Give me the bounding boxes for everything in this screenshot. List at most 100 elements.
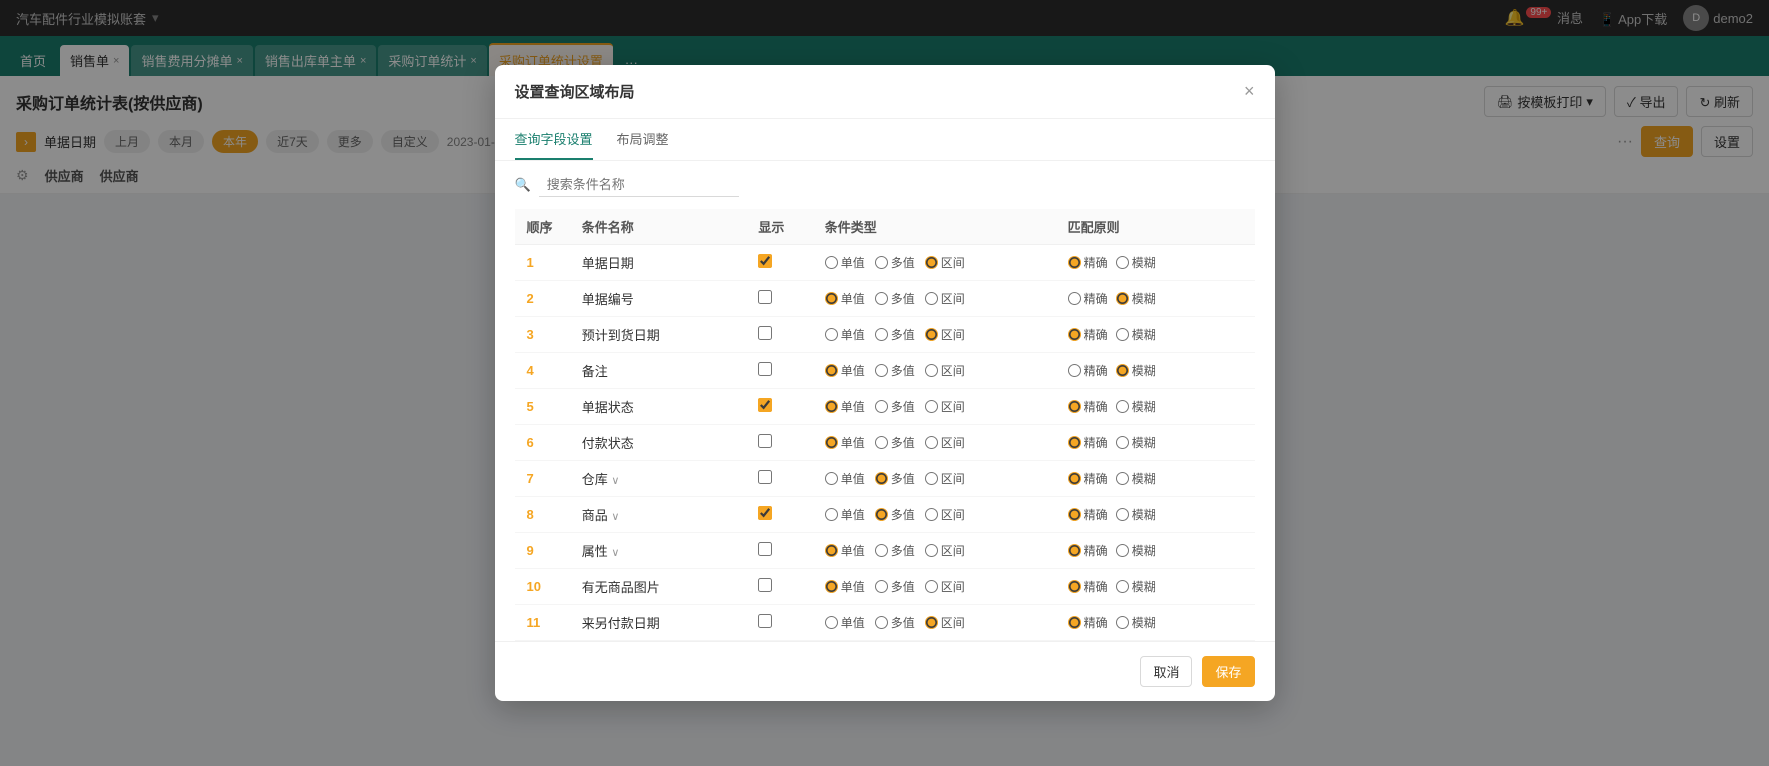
row-type[interactable]: 单值 多值 区间: [813, 605, 1056, 641]
radio-match-fuzzy[interactable]: 模糊: [1116, 398, 1156, 415]
radio-type-range[interactable]: 区间: [925, 470, 965, 487]
radio-type-range[interactable]: 区间: [925, 362, 965, 379]
row-order: 8: [515, 497, 570, 533]
radio-type-single[interactable]: 单值: [825, 434, 865, 451]
radio-match-exact[interactable]: 精确: [1068, 254, 1108, 271]
radio-type-multi[interactable]: 多值: [875, 506, 915, 523]
radio-match-exact[interactable]: 精确: [1068, 506, 1108, 523]
radio-type-single[interactable]: 单值: [825, 542, 865, 559]
row-match[interactable]: 精确 模糊: [1056, 497, 1255, 533]
radio-type-multi[interactable]: 多值: [875, 362, 915, 379]
row-type[interactable]: 单值 多值 区间: [813, 317, 1056, 353]
row-display-checkbox[interactable]: [746, 317, 812, 353]
radio-type-single[interactable]: 单值: [825, 578, 865, 595]
radio-type-single[interactable]: 单值: [825, 506, 865, 523]
radio-type-multi[interactable]: 多值: [875, 542, 915, 559]
row-type[interactable]: 单值 多值 区间: [813, 425, 1056, 461]
radio-type-single[interactable]: 单值: [825, 398, 865, 415]
save-button[interactable]: 保存: [1202, 656, 1254, 687]
radio-match-exact[interactable]: 精确: [1068, 326, 1108, 343]
radio-type-multi[interactable]: 多值: [875, 398, 915, 415]
radio-type-single[interactable]: 单值: [825, 470, 865, 487]
radio-match-exact[interactable]: 精确: [1068, 290, 1108, 307]
radio-type-range[interactable]: 区间: [925, 578, 965, 595]
radio-type-range[interactable]: 区间: [925, 542, 965, 559]
radio-type-single[interactable]: 单值: [825, 614, 865, 631]
radio-type-range[interactable]: 区间: [925, 254, 965, 271]
row-match[interactable]: 精确 模糊: [1056, 425, 1255, 461]
row-match[interactable]: 精确 模糊: [1056, 605, 1255, 641]
radio-type-range[interactable]: 区间: [925, 290, 965, 307]
row-display-checkbox[interactable]: [746, 281, 812, 317]
row-display-checkbox[interactable]: [746, 353, 812, 389]
tab-layout[interactable]: 布局调整: [617, 119, 669, 160]
radio-match-exact[interactable]: 精确: [1068, 470, 1108, 487]
radio-match-exact[interactable]: 精确: [1068, 614, 1108, 631]
row-display-checkbox[interactable]: [746, 605, 812, 641]
radio-match-fuzzy[interactable]: 模糊: [1116, 254, 1156, 271]
radio-match-exact[interactable]: 精确: [1068, 398, 1108, 415]
table-row: 9属性 ∨ 单值 多值 区间 精确 模糊: [515, 533, 1255, 569]
modal-close-button[interactable]: ×: [1244, 81, 1255, 102]
row-condition-name: 仓库 ∨: [570, 461, 747, 497]
row-match[interactable]: 精确 模糊: [1056, 533, 1255, 569]
radio-type-range[interactable]: 区间: [925, 398, 965, 415]
radio-type-multi[interactable]: 多值: [875, 470, 915, 487]
radio-type-single[interactable]: 单值: [825, 362, 865, 379]
row-type[interactable]: 单值 多值 区间: [813, 497, 1056, 533]
row-display-checkbox[interactable]: [746, 245, 812, 281]
row-display-checkbox[interactable]: [746, 389, 812, 425]
radio-match-fuzzy[interactable]: 模糊: [1116, 326, 1156, 343]
tab-query-fields[interactable]: 查询字段设置: [515, 119, 593, 160]
radio-type-multi[interactable]: 多值: [875, 578, 915, 595]
table-row: 11来另付款日期 单值 多值 区间 精确 模糊: [515, 605, 1255, 641]
row-display-checkbox[interactable]: [746, 533, 812, 569]
row-match[interactable]: 精确 模糊: [1056, 353, 1255, 389]
row-display-checkbox[interactable]: [746, 569, 812, 605]
radio-type-multi[interactable]: 多值: [875, 254, 915, 271]
radio-type-range[interactable]: 区间: [925, 506, 965, 523]
radio-type-single[interactable]: 单值: [825, 326, 865, 343]
radio-match-exact[interactable]: 精确: [1068, 578, 1108, 595]
radio-type-multi[interactable]: 多值: [875, 434, 915, 451]
th-order: 顺序: [515, 209, 570, 245]
cancel-button[interactable]: 取消: [1140, 656, 1192, 687]
row-type[interactable]: 单值 多值 区间: [813, 389, 1056, 425]
row-match[interactable]: 精确 模糊: [1056, 317, 1255, 353]
row-type[interactable]: 单值 多值 区间: [813, 461, 1056, 497]
row-match[interactable]: 精确 模糊: [1056, 281, 1255, 317]
radio-type-range[interactable]: 区间: [925, 614, 965, 631]
row-match[interactable]: 精确 模糊: [1056, 569, 1255, 605]
radio-type-range[interactable]: 区间: [925, 326, 965, 343]
row-display-checkbox[interactable]: [746, 461, 812, 497]
radio-type-multi[interactable]: 多值: [875, 326, 915, 343]
row-order: 11: [515, 605, 570, 641]
row-type[interactable]: 单值 多值 区间: [813, 533, 1056, 569]
row-type[interactable]: 单值 多值 区间: [813, 281, 1056, 317]
radio-match-exact[interactable]: 精确: [1068, 362, 1108, 379]
row-type[interactable]: 单值 多值 区间: [813, 245, 1056, 281]
row-type[interactable]: 单值 多值 区间: [813, 569, 1056, 605]
radio-type-multi[interactable]: 多值: [875, 290, 915, 307]
radio-match-fuzzy[interactable]: 模糊: [1116, 470, 1156, 487]
row-match[interactable]: 精确 模糊: [1056, 461, 1255, 497]
radio-type-single[interactable]: 单值: [825, 254, 865, 271]
row-type[interactable]: 单值 多值 区间: [813, 353, 1056, 389]
radio-match-fuzzy[interactable]: 模糊: [1116, 614, 1156, 631]
row-display-checkbox[interactable]: [746, 497, 812, 533]
row-display-checkbox[interactable]: [746, 425, 812, 461]
radio-match-fuzzy[interactable]: 模糊: [1116, 362, 1156, 379]
radio-match-fuzzy[interactable]: 模糊: [1116, 290, 1156, 307]
radio-match-fuzzy[interactable]: 模糊: [1116, 542, 1156, 559]
radio-match-fuzzy[interactable]: 模糊: [1116, 434, 1156, 451]
radio-match-exact[interactable]: 精确: [1068, 542, 1108, 559]
radio-match-exact[interactable]: 精确: [1068, 434, 1108, 451]
radio-match-fuzzy[interactable]: 模糊: [1116, 578, 1156, 595]
radio-type-range[interactable]: 区间: [925, 434, 965, 451]
radio-type-single[interactable]: 单值: [825, 290, 865, 307]
condition-search-input[interactable]: [539, 173, 739, 197]
radio-type-multi[interactable]: 多值: [875, 614, 915, 631]
row-match[interactable]: 精确 模糊: [1056, 389, 1255, 425]
radio-match-fuzzy[interactable]: 模糊: [1116, 506, 1156, 523]
row-match[interactable]: 精确 模糊: [1056, 245, 1255, 281]
